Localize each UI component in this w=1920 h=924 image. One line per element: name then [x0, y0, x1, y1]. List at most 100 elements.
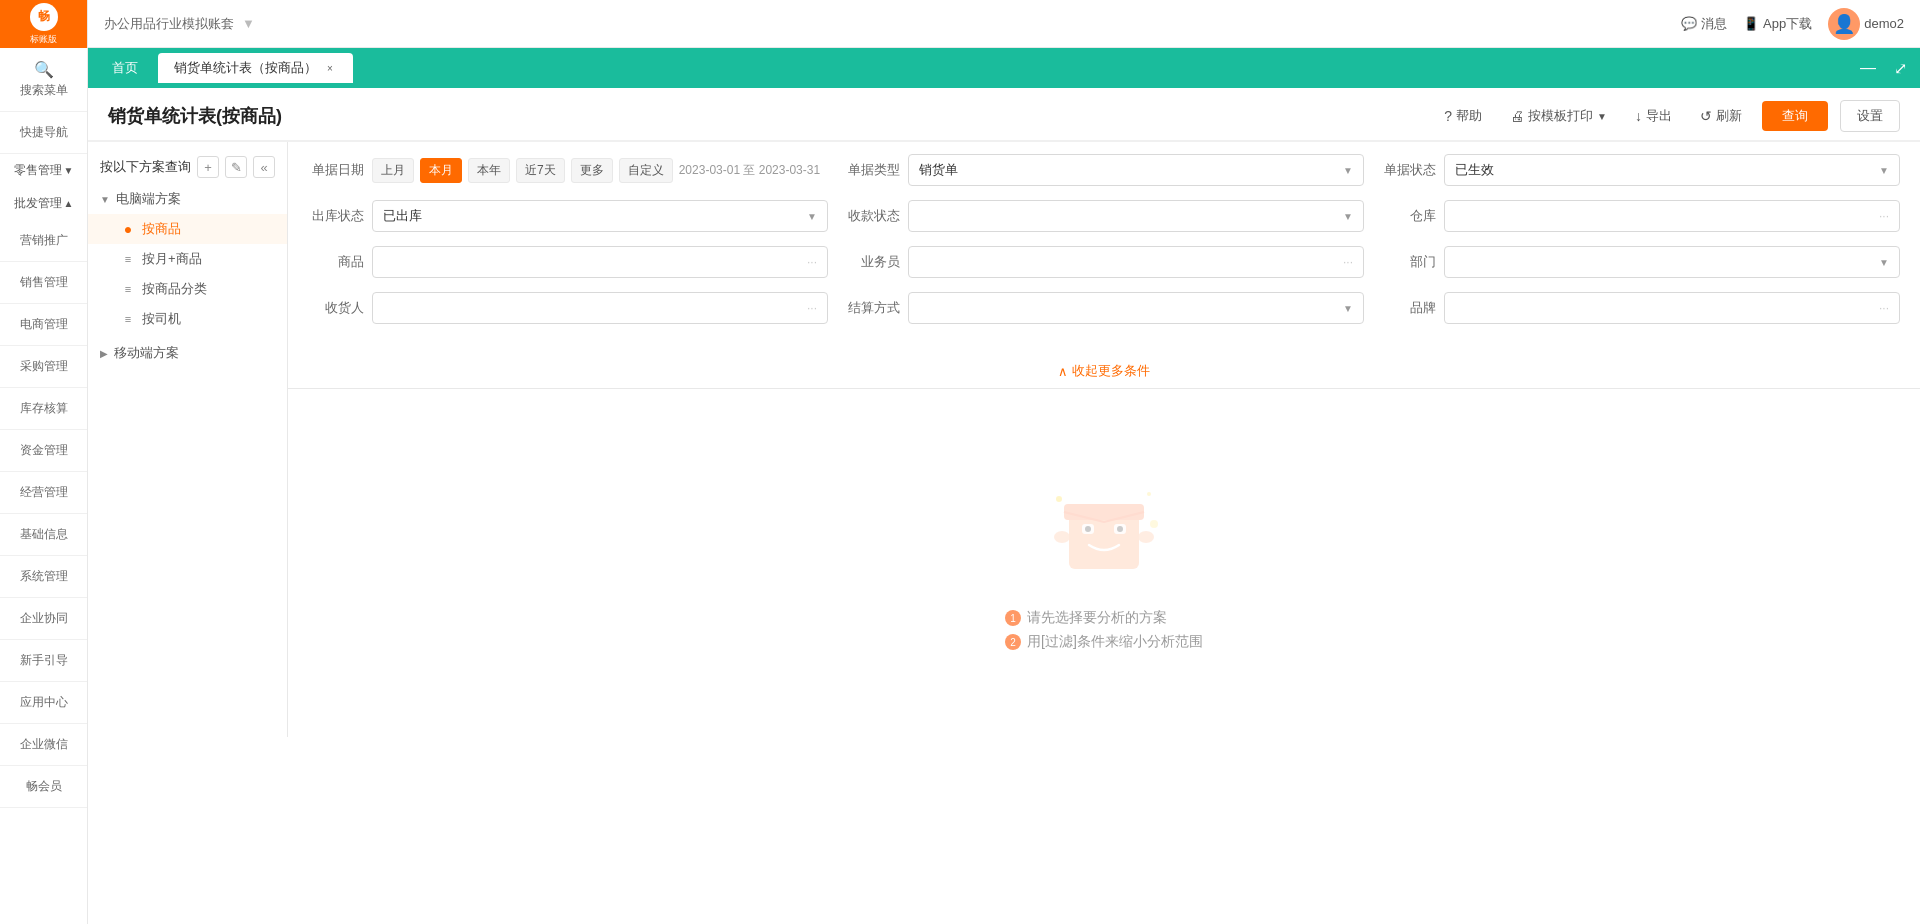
scheme-panel: 按以下方案查询 + ✎ « ▼ 电脑端方案 ● — [88, 142, 288, 737]
payment-status-arrow: ▼ — [1343, 211, 1353, 222]
out-status-label: 出库状态 — [308, 207, 364, 225]
department-select[interactable]: ▼ — [1444, 246, 1900, 278]
message-icon: 💬 — [1681, 16, 1697, 31]
doc-status-select[interactable]: 已生效 ▼ — [1444, 154, 1900, 186]
user-profile[interactable]: 👤 demo2 — [1828, 8, 1904, 40]
scheme-icon: ≡ — [120, 251, 136, 267]
filter-item-brand: 品牌 ··· — [1380, 292, 1900, 324]
scheme-item-by-category[interactable]: ≡ 按商品分类 — [88, 274, 287, 304]
sidebar-item-basics[interactable]: 基础信息 — [0, 514, 87, 556]
date-this-month-btn[interactable]: 本月 — [420, 158, 462, 183]
payment-status-select[interactable]: ▼ — [908, 200, 1364, 232]
filter-item-warehouse: 仓库 ··· — [1380, 200, 1900, 232]
filter-item-recipient: 收货人 ··· — [308, 292, 828, 324]
sidebar-item-wechat[interactable]: 企业微信 — [0, 724, 87, 766]
sidebar-item-guide[interactable]: 新手引导 — [0, 640, 87, 682]
date-prev-month-btn[interactable]: 上月 — [372, 158, 414, 183]
date-this-year-btn[interactable]: 本年 — [468, 158, 510, 183]
out-status-select[interactable]: 已出库 ▼ — [372, 200, 828, 232]
doc-type-label: 单据类型 — [844, 161, 900, 179]
doc-type-arrow: ▼ — [1343, 165, 1353, 176]
scheme-edit-button[interactable]: ✎ — [225, 156, 247, 178]
scheme-icon: ≡ — [120, 311, 136, 327]
sidebar-item-ecommerce[interactable]: 电商管理 — [0, 304, 87, 346]
sidebar-item-enterprise[interactable]: 企业协同 — [0, 598, 87, 640]
refresh-button[interactable]: ↺ 刷新 — [1692, 103, 1750, 129]
filter-rows-container: 单据日期 上月 本月 本年 近7天 更多 自定义 2023-03-01 至 20… — [288, 142, 1920, 350]
warehouse-label: 仓库 — [1380, 207, 1436, 225]
sidebar-item-search[interactable]: 🔍 搜索菜单 — [0, 48, 87, 112]
date-custom-btn[interactable]: 自定义 — [619, 158, 673, 183]
export-button[interactable]: ↓ 导出 — [1627, 103, 1680, 129]
breadcrumb-arrow: ▼ — [242, 16, 255, 31]
sidebar-item-wholesale[interactable]: 批发管理 ▲ — [0, 187, 87, 220]
svg-point-5 — [1117, 526, 1123, 532]
warehouse-select[interactable]: ··· — [1444, 200, 1900, 232]
scheme-header: 按以下方案查询 + ✎ « — [88, 150, 287, 184]
tab-close-button[interactable]: × — [323, 61, 337, 75]
sidebar-item-system[interactable]: 系统管理 — [0, 556, 87, 598]
filter-item-department: 部门 ▼ — [1380, 246, 1900, 278]
salesperson-select[interactable]: ··· — [908, 246, 1364, 278]
settings-button[interactable]: 设置 — [1840, 100, 1900, 132]
scheme-item-by-month-product[interactable]: ≡ 按月+商品 — [88, 244, 287, 274]
brand-select[interactable]: ··· — [1444, 292, 1900, 324]
scheme-item-by-cashier[interactable]: ≡ 按司机 — [88, 304, 287, 334]
right-panel: 单据日期 上月 本月 本年 近7天 更多 自定义 2023-03-01 至 20… — [288, 142, 1920, 737]
date-last7-btn[interactable]: 近7天 — [516, 158, 565, 183]
payment-method-label: 结算方式 — [844, 299, 900, 317]
sidebar-item-retail[interactable]: 零售管理 ▼ — [0, 154, 87, 187]
scheme-add-button[interactable]: + — [197, 156, 219, 178]
recipient-select[interactable]: ··· — [372, 292, 828, 324]
svg-point-10 — [1138, 531, 1154, 543]
tab-sales-statistics[interactable]: 销货单统计表（按商品） × — [158, 53, 353, 83]
tab-minimize-button[interactable]: — — [1856, 56, 1880, 80]
query-button[interactable]: 查询 — [1762, 101, 1828, 131]
filter-item-payment-status: 收款状态 ▼ — [844, 200, 1364, 232]
scheme-group-desktop: ▼ 电脑端方案 ● 按商品 ≡ 按月+商品 ≡ — [88, 184, 287, 334]
doc-type-select[interactable]: 销货单 ▼ — [908, 154, 1364, 186]
message-button[interactable]: 💬 消息 — [1681, 15, 1727, 33]
help-button[interactable]: ? 帮助 — [1436, 103, 1490, 129]
group-expand-icon: ▼ — [100, 194, 110, 205]
print-dropdown-icon: ▼ — [1597, 111, 1607, 122]
payment-method-select[interactable]: ▼ — [908, 292, 1364, 324]
help-icon: ? — [1444, 108, 1452, 124]
sidebar-item-app-center[interactable]: 应用中心 — [0, 682, 87, 724]
export-icon: ↓ — [1635, 108, 1642, 124]
app-download-button[interactable]: 📱 App下载 — [1743, 15, 1812, 33]
sidebar-item-marketing[interactable]: 营销推广 — [0, 220, 87, 262]
sidebar-item-inventory[interactable]: 库存核算 — [0, 388, 87, 430]
filter-section: 单据日期 上月 本月 本年 近7天 更多 自定义 2023-03-01 至 20… — [288, 142, 1920, 389]
filter-row-1: 单据日期 上月 本月 本年 近7天 更多 自定义 2023-03-01 至 20… — [308, 154, 1900, 186]
sidebar-item-member[interactable]: 畅会员 — [0, 766, 87, 808]
sidebar-item-quick-nav[interactable]: 快捷导航 — [0, 112, 87, 154]
scheme-group-desktop-header[interactable]: ▼ 电脑端方案 — [88, 184, 287, 214]
date-more-btn[interactable]: 更多 — [571, 158, 613, 183]
svg-point-4 — [1085, 526, 1091, 532]
tab-bar-actions: — ⤢ — [1856, 56, 1912, 80]
sidebar-item-operations[interactable]: 经营管理 — [0, 472, 87, 514]
user-avatar: 👤 — [1828, 8, 1860, 40]
sidebar-item-finance[interactable]: 资金管理 — [0, 430, 87, 472]
top-header: 办公用品行业模拟账套 ▼ 💬 消息 📱 App下载 👤 demo2 — [88, 0, 1920, 48]
scheme-group-mobile-header[interactable]: ▶ 移动端方案 — [88, 338, 287, 368]
content-area: 1 请先选择要分析的方案 2 用[过滤]条件来缩小分析范围 — [288, 389, 1920, 737]
empty-tips-list: 1 请先选择要分析的方案 2 用[过滤]条件来缩小分析范围 — [1005, 609, 1203, 657]
empty-tip-2: 2 用[过滤]条件来缩小分析范围 — [1005, 633, 1203, 651]
chevron-up-icon: ▲ — [64, 198, 74, 209]
print-button[interactable]: 🖨 按模板打印 ▼ — [1502, 103, 1615, 129]
scheme-collapse-button[interactable]: « — [253, 156, 275, 178]
product-dots: ··· — [807, 255, 817, 269]
collapse-filters-button[interactable]: ∧ 收起更多条件 — [288, 354, 1920, 388]
filter-item-date: 单据日期 上月 本月 本年 近7天 更多 自定义 2023-03-01 至 20… — [308, 158, 828, 183]
tab-home[interactable]: 首页 — [96, 53, 154, 83]
sidebar-item-purchase[interactable]: 采购管理 — [0, 346, 87, 388]
brand-dots: ··· — [1879, 301, 1889, 315]
body-layout: 按以下方案查询 + ✎ « ▼ 电脑端方案 ● — [88, 142, 1920, 737]
sidebar-item-sales[interactable]: 销售管理 — [0, 262, 87, 304]
product-select[interactable]: ··· — [372, 246, 828, 278]
scheme-item-by-product[interactable]: ● 按商品 — [88, 214, 287, 244]
page-title-bar: 销货单统计表(按商品) ? 帮助 🖨 按模板打印 ▼ ↓ 导出 — [88, 88, 1920, 141]
tab-maximize-button[interactable]: ⤢ — [1888, 56, 1912, 80]
